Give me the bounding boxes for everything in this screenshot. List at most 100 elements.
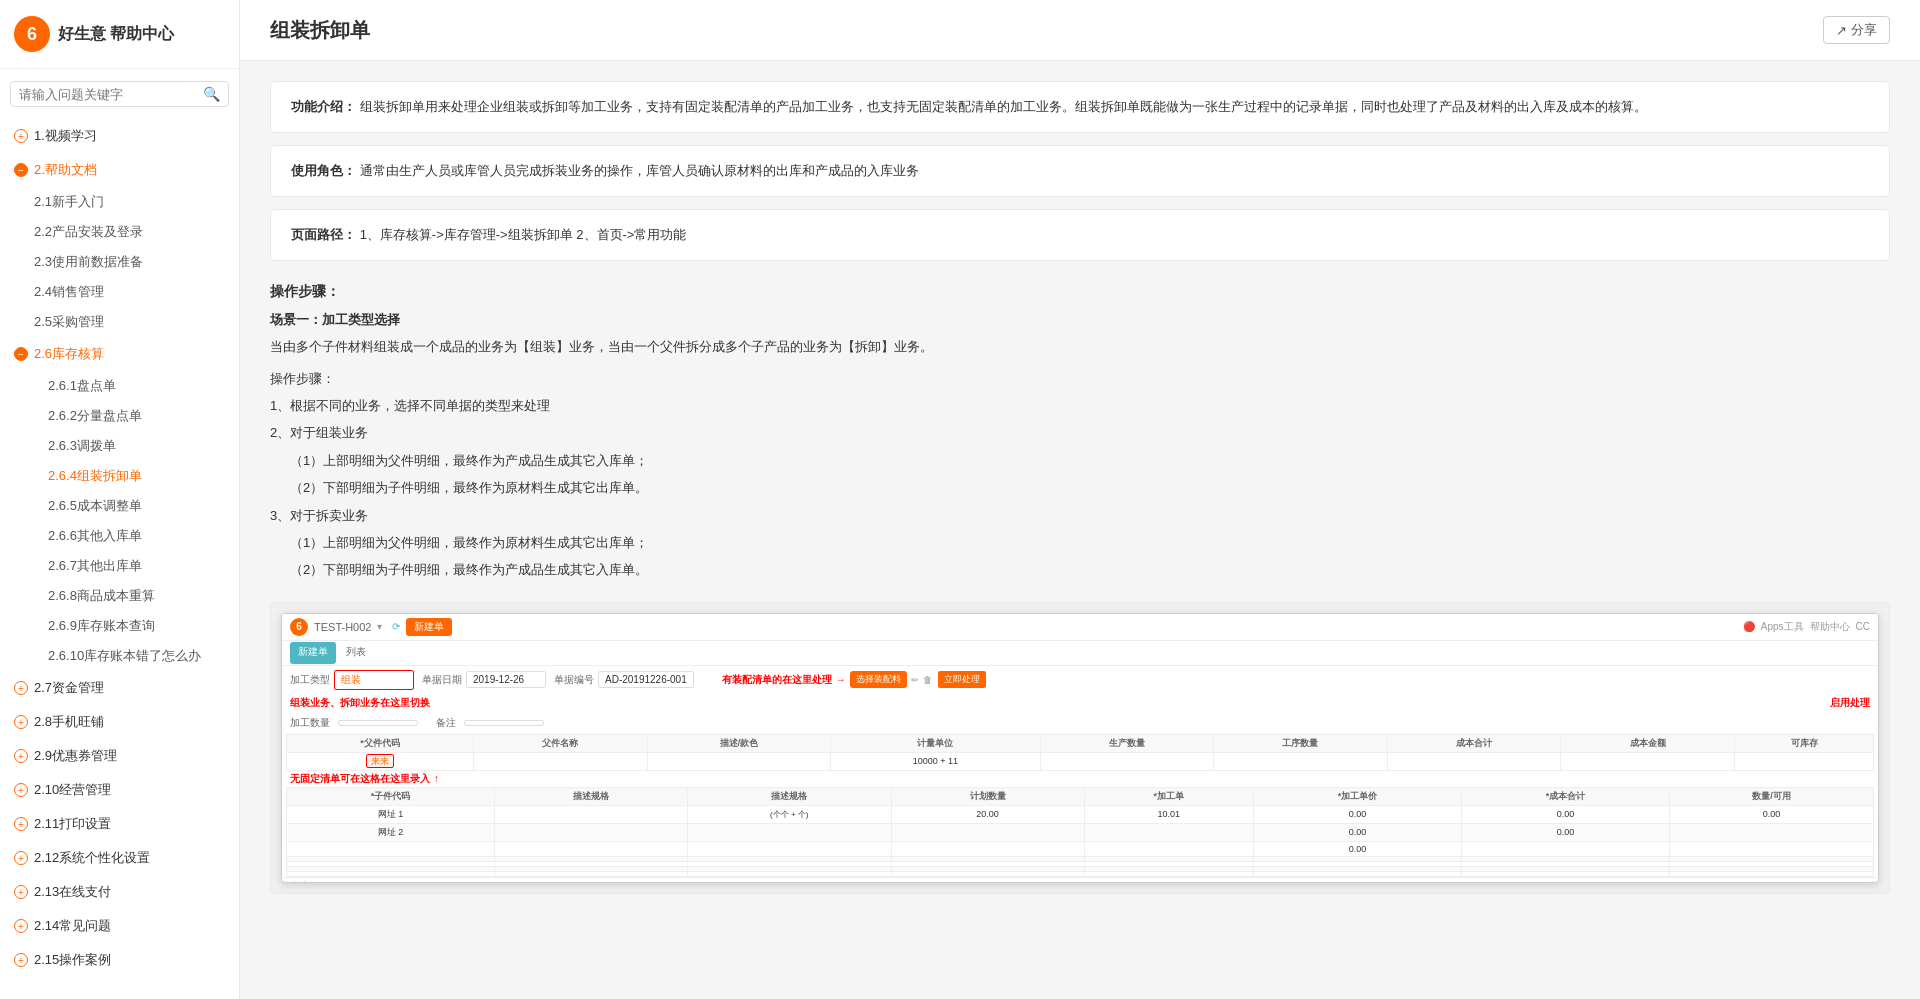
expand-icon: + [14,919,28,933]
sidebar-item-other-in[interactable]: 2.6.6其他入库单 [0,521,239,551]
sidebar-item-custom[interactable]: + 2.12系统个性化设置 [0,841,239,875]
logo-area: 6 好生意 帮助中心 [0,0,239,69]
share-icon: ↗ [1836,23,1847,38]
page-title: 组装拆卸单 [270,17,370,44]
step2: 2、对于组装业务 [270,421,1890,444]
sidebar-item-print[interactable]: + 2.11打印设置 [0,807,239,841]
expand-icon: + [14,783,28,797]
search-icon[interactable]: 🔍 [203,86,220,102]
mock-test-id: TEST-H002 [314,621,371,633]
mock-field-no: 单据编号 AD-20191226-001 [554,671,694,688]
mock-remark-input[interactable] [464,720,544,726]
sidebar-item-video[interactable]: + 1.视频学习 [0,119,239,153]
sidebar-item-cost-adj[interactable]: 2.6.5成本调整单 [0,491,239,521]
mock-edit-icon: ✏ [911,675,919,685]
mock-help-icon: 帮助中心 [1810,620,1850,634]
sidebar-item-inventory-ledger[interactable]: 2.6.9库存账本查询 [0,611,239,641]
mock-tab-new[interactable]: 新建单 [290,642,336,664]
mock-no-input[interactable]: AD-20191226-001 [598,671,694,688]
step1: 1、根据不同的业务，选择不同单据的类型来处理 [270,394,1890,417]
sidebar-item-purchase[interactable]: 2.5采购管理 [0,307,239,337]
mock-select-btn[interactable]: 选择装配料 [850,671,907,688]
main-content: 功能介绍： 组装拆卸单用来处理企业组装或拆卸等加工业务，支持有固定装配清单的产品… [240,61,1920,999]
collapse-icon: − [14,163,28,177]
mock-sub-td-c4: 20.00 [891,805,1084,823]
sidebar-item-faq[interactable]: + 2.14常见问题 [0,909,239,943]
mock-td-code: 来来 [287,752,474,770]
annotation4-area: 无固定清单可在这格在这里录入 ↑ [282,771,1878,787]
step3-1: （1）上部明细为父件明细，最终作为原材料生成其它出库单； [270,531,1890,554]
sidebar-item-install[interactable]: 2.2产品安装及登录 [0,217,239,247]
mock-td-qty [1040,752,1214,770]
sidebar-item-inventory-error[interactable]: 2.6.10库存账本错了怎么办 [0,641,239,671]
sidebar-item-finance[interactable]: + 2.7资金管理 [0,671,239,705]
mock-td-desc [647,752,830,770]
mock-tab-list[interactable]: 列表 [336,641,376,665]
mock-date-input[interactable]: 2019-12-26 [466,671,546,688]
sidebar-item-label: 2.9优惠券管理 [34,747,117,765]
sidebar-item-operations[interactable]: + 2.10经营管理 [0,773,239,807]
mock-td-stock [1735,752,1874,770]
sidebar-item-docs[interactable]: − 2.帮助文档 [0,153,239,187]
mock-tabs: 新建单 列表 [282,641,1878,666]
sidebar-item-label: 2.13在线支付 [34,883,111,901]
sidebar-item-other-out[interactable]: 2.6.7其他出库单 [0,551,239,581]
mock-th-cost: 成本合计 [1387,734,1561,752]
search-box[interactable]: 🔍 [10,81,229,107]
mock-sub-th-5: *加工单 [1084,787,1253,805]
mock-field-type: 加工类型 组装 [290,670,414,690]
mock-form-row: 加工类型 组装 单据日期 2019-12-26 单据编号 AD-20191226… [282,666,1878,694]
mock-new-order-btn[interactable]: 新建单 [406,618,452,636]
sidebar-item-payment[interactable]: + 2.13在线支付 [0,875,239,909]
scene1-title: 场景一：加工类型选择 [270,311,1890,329]
path-block: 页面路径： 1、库存核算->库存管理->组装拆卸单 2、首页->常用功能 [270,209,1890,261]
mock-footer-total-label: 合计 [290,880,308,883]
mock-sub-th-6: *加工单价 [1254,787,1462,805]
annotation2-text: 组装业务、拆卸业务在这里切换 [290,696,430,710]
mock-type-input[interactable]: 组装 [334,670,414,690]
path-text: 1、库存核算->库存管理->组装拆卸单 2、首页->常用功能 [360,227,687,242]
mock-td-amount [1561,752,1735,770]
search-input[interactable] [19,87,203,102]
step2-1: （1）上部明细为父件明细，最终作为产成品生成其它入库单； [270,449,1890,472]
sidebar-item-mobile[interactable]: + 2.8手机旺铺 [0,705,239,739]
mock-footer-stock: 0.00 [1852,881,1870,883]
sidebar-item-stocktake[interactable]: 2.6.1盘点单 [0,371,239,401]
sidebar-item-cost-recalc[interactable]: 2.6.8商品成本重算 [0,581,239,611]
sidebar-item-sales[interactable]: 2.4销售管理 [0,277,239,307]
mock-sub-form-row: 加工数量 备注 [282,712,1878,734]
mock-sub-td2-c2 [495,823,688,841]
mock-sub-td-c8: 0.00 [1670,805,1874,823]
mock-sub-td-c5: 10.01 [1084,805,1253,823]
mock-dropdown-icon: ▾ [377,621,382,632]
share-button[interactable]: ↗ 分享 [1823,16,1890,44]
sidebar-item-newbie[interactable]: 2.1新手入门 [0,187,239,217]
mock-sub-th-1: *子件代码 [287,787,495,805]
mock-th-stock: 可库存 [1735,734,1874,752]
mock-confirm-btn[interactable]: 立即处理 [938,671,986,688]
mock-th-wqty: 工序数量 [1214,734,1388,752]
mock-remark-label: 备注 [436,716,456,730]
sidebar-item-coupon[interactable]: + 2.9优惠券管理 [0,739,239,773]
sidebar-item-transfer[interactable]: 2.6.3调拨单 [0,431,239,461]
mock-icon-bar: 🔴 Apps工具 帮助中心 CC [1743,620,1870,634]
annotation1-area: 有装配清单的在这里处理 → 选择装配料 ✏ 🗑 立即处理 [722,671,986,688]
sidebar-item-cases[interactable]: + 2.15操作案例 [0,943,239,977]
sidebar-item-inventory[interactable]: − 2.6库存核算 [0,337,239,371]
mock-sub-th-3: 描述规格 [688,787,892,805]
share-label: 分享 [1851,21,1877,39]
mock-sub-td-c7: 0.00 [1462,805,1670,823]
nav-section: + 1.视频学习 − 2.帮助文档 2.1新手入门 2.2产品安装及登录 2.3… [0,119,239,985]
mock-td-unit: 10000 + 11 [831,752,1040,770]
sidebar-item-assembly[interactable]: 2.6.4组装拆卸单 [0,461,239,491]
sidebar-item-dataprep[interactable]: 2.3使用前数据准备 [0,247,239,277]
mock-input-cell[interactable]: 来来 [366,754,394,768]
mock-th-name: 父件名称 [474,734,648,752]
expand-icon: + [14,817,28,831]
mock-parent-table: *父件代码 父件名称 描述/款色 计量单位 生产数量 工序数量 成本合计 成本金… [286,734,1874,771]
table-row: 网址 2 0.00 0.00 [287,823,1874,841]
screenshot-container: 6 TEST-H002 ▾ ⟳ 新建单 🔴 Apps工具 帮助中心 CC [270,602,1890,894]
mock-no-label: 单据编号 [554,673,594,687]
mock-qty-input[interactable] [338,720,418,726]
sidebar-item-partial-stocktake[interactable]: 2.6.2分量盘点单 [0,401,239,431]
